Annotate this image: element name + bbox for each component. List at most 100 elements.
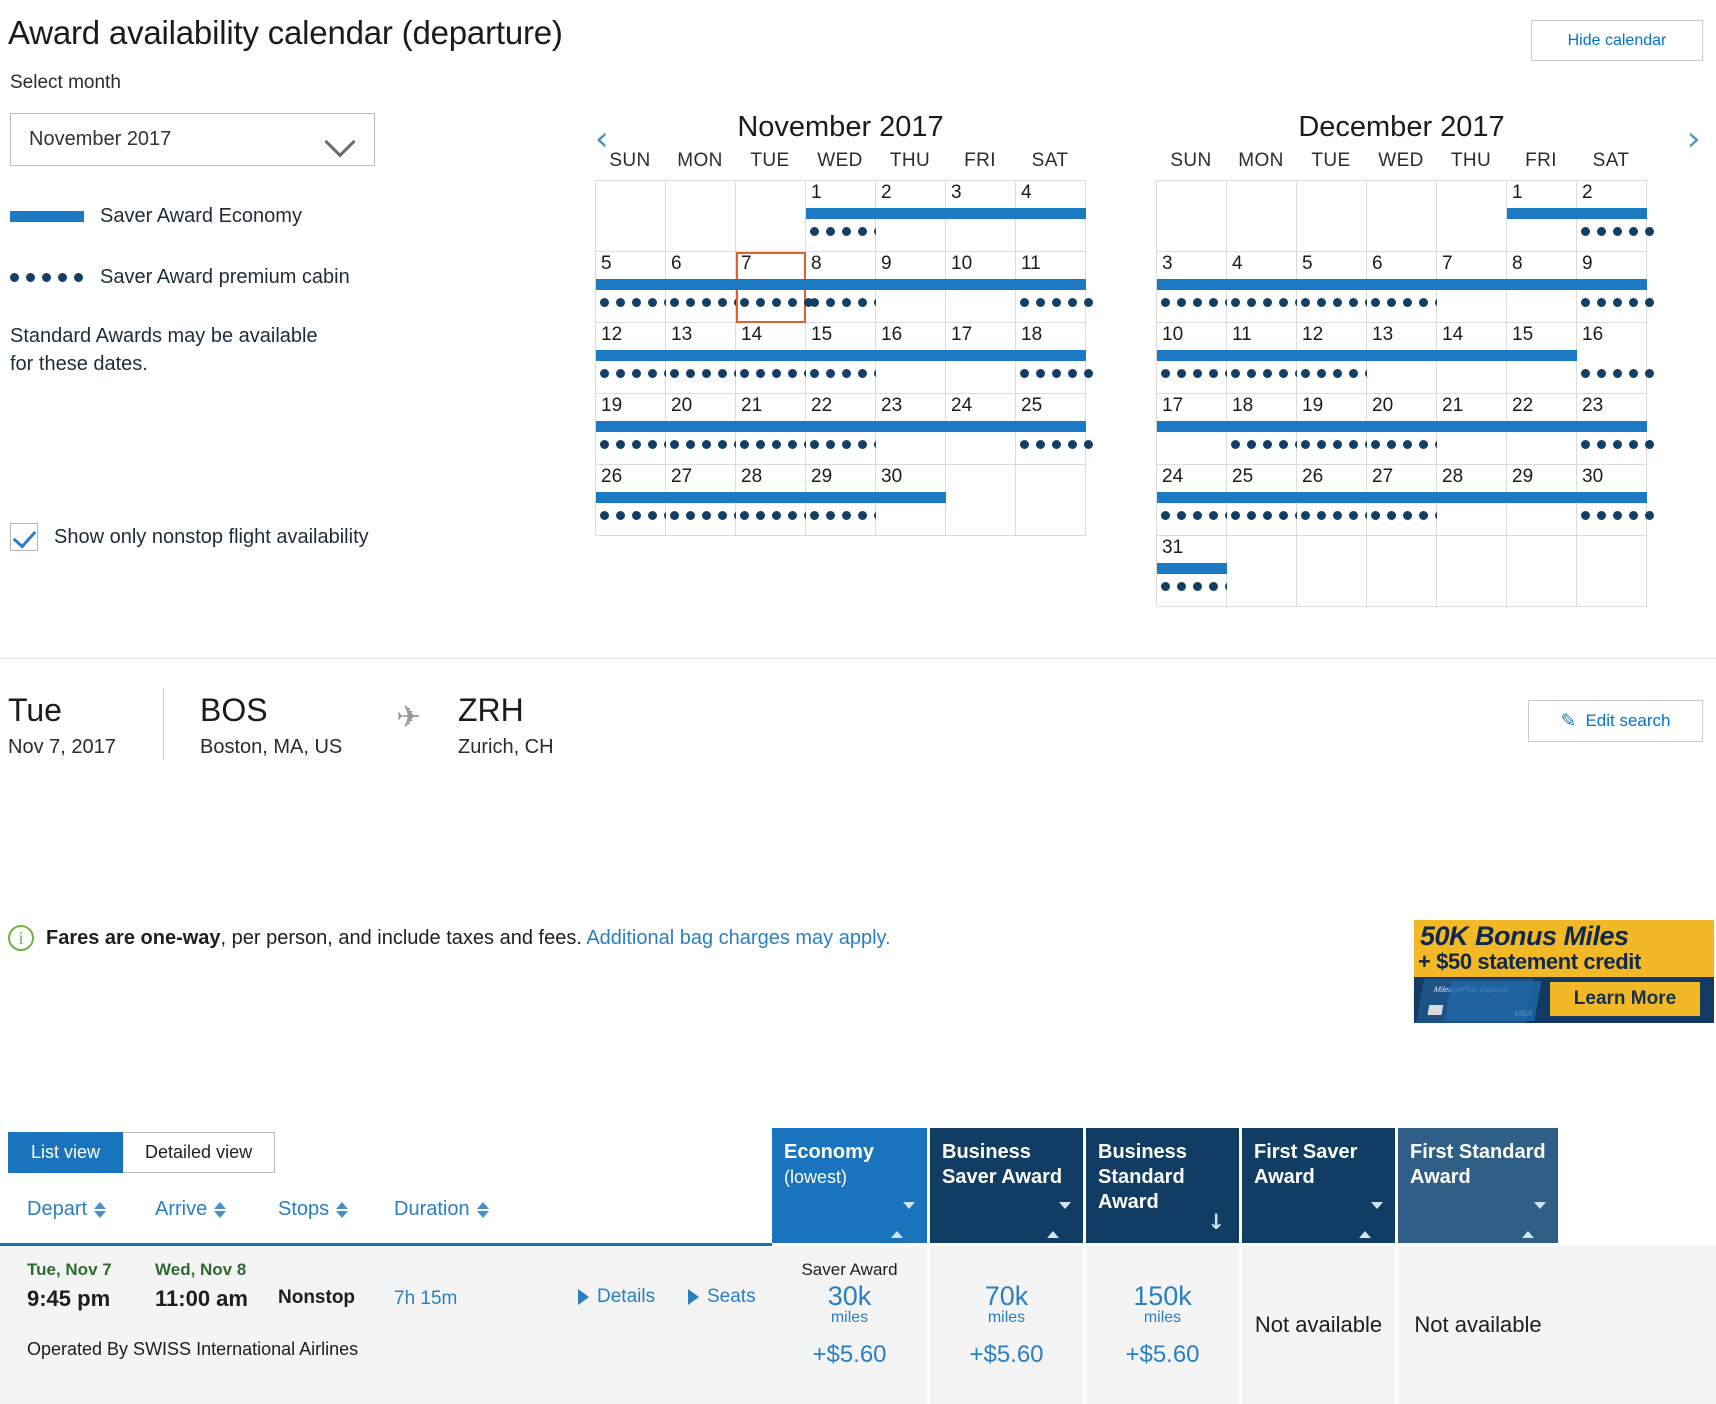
calendar-day-29[interactable]: 29 (806, 465, 899, 536)
calendar-day-15[interactable]: 15 (1507, 323, 1577, 394)
tab-detailed-view[interactable]: Detailed view (123, 1132, 276, 1173)
column-duration[interactable]: Duration (394, 1198, 489, 1221)
saver-economy-bar (806, 492, 876, 503)
calendar-day-26[interactable]: 26 (1297, 465, 1390, 536)
saver-economy-bar (1437, 279, 1507, 290)
fare-cell-1[interactable]: 70k miles +$5.60 (930, 1246, 1086, 1404)
calendar-day-7[interactable]: 7 (736, 252, 813, 323)
calendar-day-30[interactable]: 30 (1577, 465, 1654, 536)
calendar-day-29[interactable]: 29 (1507, 465, 1577, 536)
nonstop-filter-row[interactable]: Show only nonstop flight availability (10, 523, 369, 551)
calendar-day-24[interactable]: 24 (946, 394, 1016, 465)
calendar-day-15[interactable]: 15 (806, 323, 883, 394)
calendar-day-2[interactable]: 2 (876, 181, 946, 252)
calendar-day-18[interactable]: 18 (1016, 323, 1093, 394)
calendar-day-5[interactable]: 5 (596, 252, 689, 323)
calendar-day-2[interactable]: 2 (1577, 181, 1654, 252)
day-number: 7 (741, 253, 752, 274)
calendar-day-3[interactable]: 3 (946, 181, 1016, 252)
calendar-day-10[interactable]: 10 (1157, 323, 1250, 394)
column-depart[interactable]: Depart (27, 1198, 107, 1221)
fare-column-title: First Standard Award (1410, 1141, 1546, 1188)
calendar-day-19[interactable]: 19 (1297, 394, 1390, 465)
calendar-day-5[interactable]: 5 (1297, 252, 1390, 323)
calendar-day-17[interactable]: 17 (1157, 394, 1227, 465)
calendar-day-13[interactable]: 13 (666, 323, 759, 394)
saver-premium-dots (1371, 440, 1444, 449)
calendar-day-26[interactable]: 26 (596, 465, 689, 536)
saver-economy-bar (1577, 279, 1647, 290)
bag-charges-link[interactable]: Additional bag charges may apply. (586, 927, 890, 949)
calendar-day-9[interactable]: 9 (1577, 252, 1654, 323)
next-month-arrow[interactable]: › (1687, 122, 1701, 156)
calendar-day-31[interactable]: 31 (1157, 536, 1250, 607)
calendar-day-23[interactable]: 23 (1577, 394, 1654, 465)
calendar-day-23[interactable]: 23 (876, 394, 946, 465)
fare-cell-2[interactable]: 150k miles +$5.60 (1086, 1246, 1242, 1404)
nonstop-checkbox[interactable] (10, 523, 38, 551)
details-toggle[interactable]: Details (578, 1286, 655, 1308)
calendar-day-3[interactable]: 3 (1157, 252, 1250, 323)
day-number: 5 (1302, 253, 1313, 274)
fare-column-business-saver-award[interactable]: Business Saver Award (930, 1128, 1086, 1243)
calendar-day-17[interactable]: 17 (946, 323, 1016, 394)
calendar-day-1[interactable]: 1 (1507, 181, 1577, 252)
calendar-day-7[interactable]: 7 (1437, 252, 1507, 323)
calendar-day-14[interactable]: 14 (736, 323, 829, 394)
calendar-day-27[interactable]: 27 (1367, 465, 1444, 536)
calendar-day-11[interactable]: 11 (1227, 323, 1320, 394)
calendar-day-18[interactable]: 18 (1227, 394, 1320, 465)
tab-list-view[interactable]: List view (8, 1132, 124, 1173)
fare-column-business-standard-award[interactable]: Business Standard Award ↓ (1086, 1128, 1242, 1243)
calendar-day-22[interactable]: 22 (806, 394, 883, 465)
calendar-day-19[interactable]: 19 (596, 394, 689, 465)
day-number: 27 (671, 466, 693, 487)
learn-more-button[interactable]: Learn More (1550, 982, 1700, 1016)
calendar-day-4[interactable]: 4 (1016, 181, 1086, 252)
column-stops[interactable]: Stops (278, 1198, 349, 1221)
calendar-day-11[interactable]: 11 (1016, 252, 1093, 323)
calendar-day-16[interactable]: 16 (876, 323, 946, 394)
calendar-day-1[interactable]: 1 (806, 181, 883, 252)
calendar-day-16[interactable]: 16 (1577, 323, 1654, 394)
calendar-day-10[interactable]: 10 (946, 252, 1016, 323)
calendar-day-14[interactable]: 14 (1437, 323, 1507, 394)
fare-miles-unit: miles (1143, 1309, 1182, 1326)
calendar-day-21[interactable]: 21 (1437, 394, 1507, 465)
edit-search-button[interactable]: ✎ Edit search (1528, 700, 1703, 742)
hide-calendar-button[interactable]: Hide calendar (1531, 20, 1703, 61)
seats-toggle[interactable]: Seats (688, 1286, 756, 1308)
fare-cell-4[interactable]: Not available (1398, 1246, 1558, 1404)
calendar-day-6[interactable]: 6 (666, 252, 759, 323)
calendar-day-24[interactable]: 24 (1157, 465, 1250, 536)
column-arrive[interactable]: Arrive (155, 1198, 227, 1221)
fare-column-first-saver-award[interactable]: First Saver Award (1242, 1128, 1398, 1243)
calendar-day-27[interactable]: 27 (666, 465, 759, 536)
calendar-day-25[interactable]: 25 (1227, 465, 1320, 536)
calendar-day-8[interactable]: 8 (806, 252, 883, 323)
calendar-day-22[interactable]: 22 (1507, 394, 1577, 465)
fare-cell-3[interactable]: Not available (1242, 1246, 1398, 1404)
calendar-day-4[interactable]: 4 (1227, 252, 1320, 323)
saver-premium-dots (1020, 440, 1093, 449)
month-select[interactable]: November 2017 (10, 113, 375, 166)
calendar-day-6[interactable]: 6 (1367, 252, 1444, 323)
saver-economy-bar (666, 279, 736, 290)
calendar-day-20[interactable]: 20 (1367, 394, 1444, 465)
calendar-day-12[interactable]: 12 (596, 323, 689, 394)
day-number: 6 (671, 253, 682, 274)
fare-cell-0[interactable]: Saver Award 30k miles +$5.60 (772, 1246, 930, 1404)
fare-column-economy[interactable]: Economy (lowest) (772, 1128, 930, 1243)
calendar-day-12[interactable]: 12 (1297, 323, 1374, 394)
calendar-day-25[interactable]: 25 (1016, 394, 1093, 465)
fare-column-first-standard-award[interactable]: First Standard Award (1398, 1128, 1558, 1243)
calendar-day-21[interactable]: 21 (736, 394, 829, 465)
calendar-day-30[interactable]: 30 (876, 465, 946, 536)
calendar-day-28[interactable]: 28 (1437, 465, 1507, 536)
calendar-day-8[interactable]: 8 (1507, 252, 1577, 323)
calendar-day-28[interactable]: 28 (736, 465, 829, 536)
calendar-day-13[interactable]: 13 (1367, 323, 1437, 394)
calendar-day-20[interactable]: 20 (666, 394, 759, 465)
calendar-day-9[interactable]: 9 (876, 252, 946, 323)
promo-ad-banner[interactable]: 50K Bonus Miles + $50 statement credit M… (1414, 920, 1714, 1023)
